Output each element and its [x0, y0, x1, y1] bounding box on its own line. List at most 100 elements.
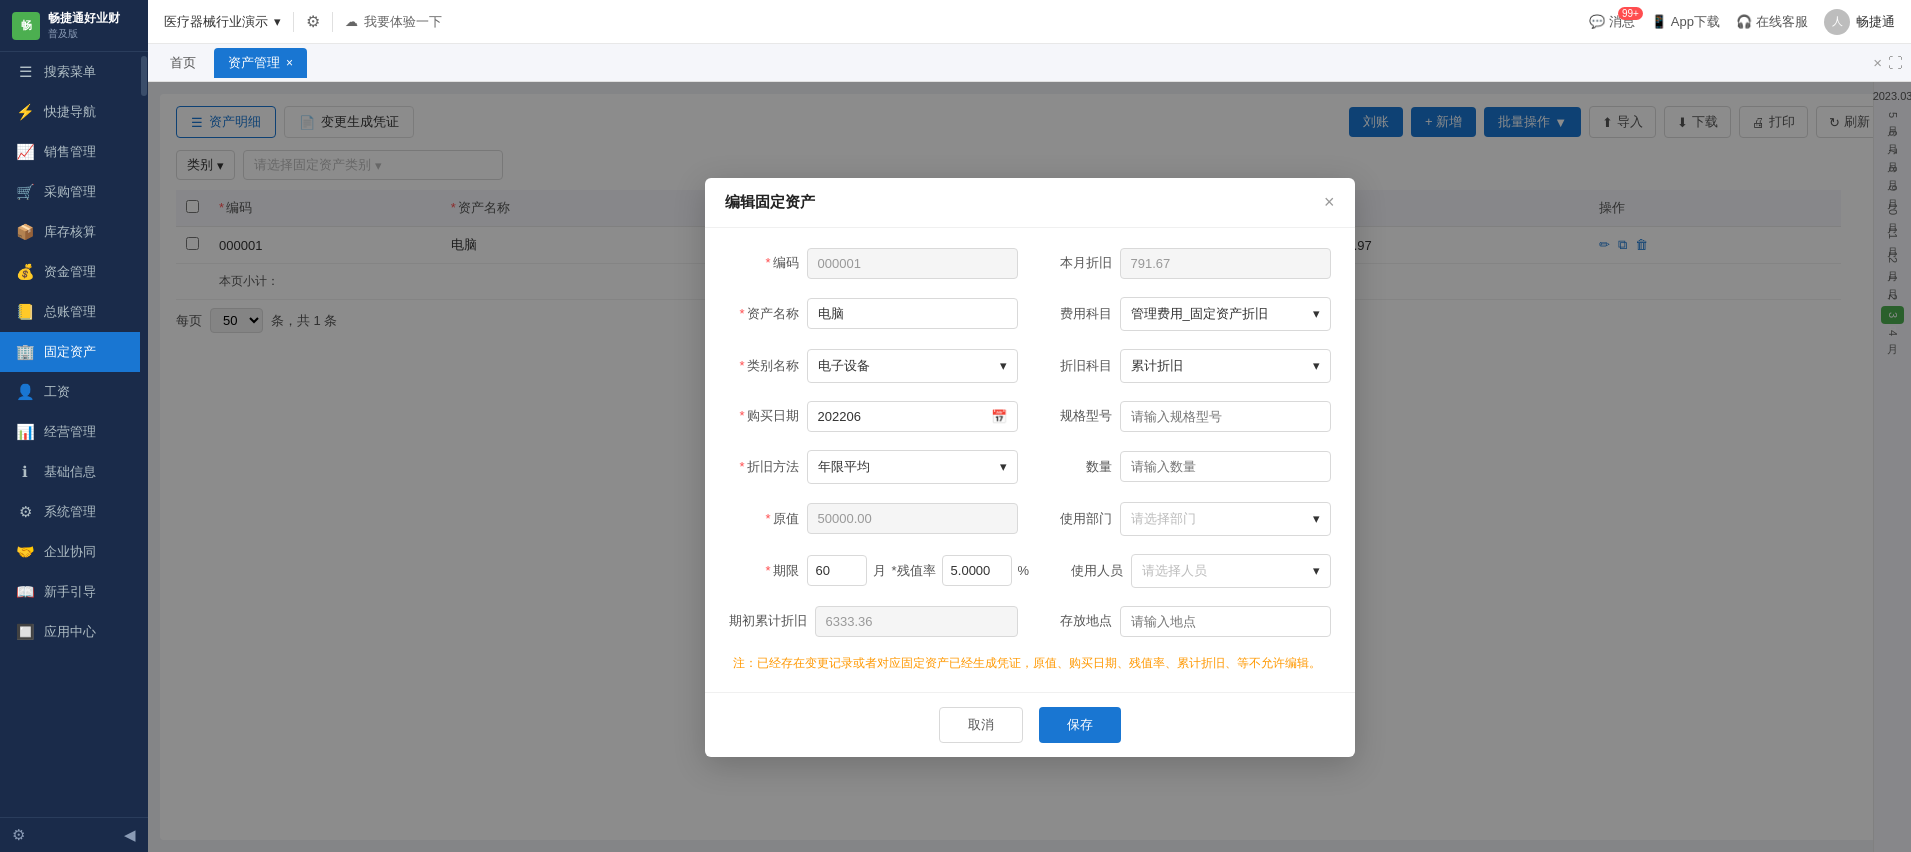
sidebar-label-collab: 企业协同 [44, 543, 96, 561]
topbar-divider [293, 12, 294, 32]
online-service-btn[interactable]: 🎧 在线客服 [1736, 13, 1808, 31]
purchase-date-input[interactable]: 202206 📅 [807, 401, 1018, 432]
tab-close-icon[interactable]: × [286, 56, 293, 70]
sidebar-label-search: 搜索菜单 [44, 63, 96, 81]
period-group: 月 *残值率 % [807, 555, 1030, 586]
sidebar-item-app-center[interactable]: 🔲 应用中心 [0, 612, 140, 652]
sidebar-item-purchase[interactable]: 🛒 采购管理 [0, 172, 140, 212]
sidebar-nav: ☰ 搜索菜单 ⚡ 快捷导航 📈 销售管理 🛒 采购管理 📦 库存核算 💰 资 [0, 52, 140, 817]
collapse-icon[interactable]: ◀ [124, 826, 136, 844]
chevron-down-icon: ▾ [274, 14, 281, 29]
dialog-row-3: *类别名称 电子设备 ▾ 折旧科目 累计折旧 ▾ [729, 349, 1331, 383]
sidebar-header: 畅 畅捷通好业财 普及版 [0, 0, 148, 52]
expand-window-icon[interactable]: ⛶ [1888, 54, 1903, 71]
sidebar-item-system[interactable]: ⚙ 系统管理 [0, 492, 140, 532]
sidebar-item-basic-info[interactable]: ℹ 基础信息 [0, 452, 140, 492]
original-value-input[interactable] [807, 503, 1018, 534]
quantity-label: 数量 [1042, 458, 1112, 476]
cancel-button[interactable]: 取消 [939, 707, 1023, 743]
purchase-icon: 🛒 [16, 183, 34, 201]
category-select[interactable]: 电子设备 ▾ [807, 349, 1018, 383]
spec-input[interactable] [1120, 401, 1331, 432]
sidebar-bottom: ⚙ ◀ [0, 817, 148, 852]
sidebar-label-basic-info: 基础信息 [44, 463, 96, 481]
storage-input[interactable] [1120, 606, 1331, 637]
sidebar-label-system: 系统管理 [44, 503, 96, 521]
original-value-label: *原值 [729, 510, 799, 528]
message-btn[interactable]: 💬 消息 99+ [1589, 13, 1635, 31]
period-unit-label: 月 [873, 562, 886, 580]
app-version: 普及版 [48, 27, 120, 41]
quantity-input[interactable] [1120, 451, 1331, 482]
calendar-icon: 📅 [991, 409, 1007, 424]
dialog-row-8: 期初累计折旧 存放地点 [729, 606, 1331, 637]
chevron-down-icon: ▾ [1000, 459, 1007, 474]
gear-icon[interactable]: ⚙ [306, 12, 320, 31]
name-input[interactable] [807, 298, 1018, 329]
dialog-title: 编辑固定资产 [725, 193, 815, 212]
sidebar-item-payroll[interactable]: 👤 工资 [0, 372, 140, 412]
dep-subject-select[interactable]: 累计折旧 ▾ [1120, 349, 1331, 383]
period-input[interactable] [807, 555, 867, 586]
use-dept-label: 使用部门 [1042, 510, 1112, 528]
modal-overlay: 编辑固定资产 × *编码 本月折旧 [148, 82, 1911, 852]
sidebar-item-quicknav[interactable]: ⚡ 快捷导航 [0, 92, 140, 132]
industry-selector[interactable]: 医疗器械行业演示 ▾ [164, 13, 281, 31]
sidebar-item-ledger[interactable]: 📒 总账管理 [0, 292, 140, 332]
message-badge: 99+ [1618, 7, 1643, 20]
topbar-right: 💬 消息 99+ 📱 App下载 🎧 在线客服 人 畅捷通 [1589, 9, 1895, 35]
init-accum-dep-input[interactable] [815, 606, 1018, 637]
month-dep-label: 本月折旧 [1042, 254, 1112, 272]
month-dep-input[interactable] [1120, 248, 1331, 279]
collab-icon: 🤝 [16, 543, 34, 561]
category-label: *类别名称 [729, 357, 799, 375]
sidebar-item-guide[interactable]: 📖 新手引导 [0, 572, 140, 612]
expense-subject-select[interactable]: 管理费用_固定资产折旧 ▾ [1120, 297, 1331, 331]
save-button[interactable]: 保存 [1039, 707, 1121, 743]
sidebar-label-ledger: 总账管理 [44, 303, 96, 321]
sidebar: 畅 畅捷通好业财 普及版 ☰ 搜索菜单 ⚡ 快捷导航 📈 销售管理 🛒 采购管理 [0, 0, 148, 852]
tab-asset-mgmt[interactable]: 资产管理 × [214, 48, 307, 78]
sidebar-label-app-center: 应用中心 [44, 623, 96, 641]
user-profile[interactable]: 人 畅捷通 [1824, 9, 1895, 35]
close-window-icon[interactable]: × [1873, 54, 1882, 71]
dep-method-select[interactable]: 年限平均 ▾ [807, 450, 1018, 484]
content-area: ☰ 资产明细 📄 变更生成凭证 刘账 + 新增 批量操作 ▼ [148, 82, 1911, 852]
tab-home[interactable]: 首页 [156, 48, 210, 78]
sidebar-label-inventory: 库存核算 [44, 223, 96, 241]
settings-icon[interactable]: ⚙ [12, 826, 25, 844]
period-label: *期限 [729, 562, 799, 580]
code-input[interactable] [807, 248, 1018, 279]
sidebar-scrollbar[interactable] [140, 52, 148, 817]
experience-btn[interactable]: ☁ 我要体验一下 [345, 13, 442, 31]
app-name: 畅捷通好业财 [48, 10, 120, 27]
sidebar-item-search[interactable]: ☰ 搜索菜单 [0, 52, 140, 92]
dialog-note: 注：已经存在变更记录或者对应固定资产已经生成凭证，原值、购买日期、残值率、累计折… [729, 655, 1331, 672]
dialog-close-icon[interactable]: × [1324, 192, 1335, 213]
field-use-dept: 使用部门 请选择部门 ▾ [1042, 502, 1331, 536]
message-icon: 💬 [1589, 14, 1605, 29]
residual-rate-input[interactable] [942, 555, 1012, 586]
field-purchase-date: *购买日期 202206 📅 [729, 401, 1018, 432]
topbar: 医疗器械行业演示 ▾ ⚙ ☁ 我要体验一下 💬 消息 99+ 📱 App下载 🎧… [148, 0, 1911, 44]
chevron-down-icon: ▾ [1000, 358, 1007, 373]
sidebar-item-operations[interactable]: 📊 经营管理 [0, 412, 140, 452]
sidebar-item-inventory[interactable]: 📦 库存核算 [0, 212, 140, 252]
use-dept-select[interactable]: 请选择部门 ▾ [1120, 502, 1331, 536]
app-title-block: 畅捷通好业财 普及版 [48, 10, 120, 41]
sidebar-item-sales[interactable]: 📈 销售管理 [0, 132, 140, 172]
sidebar-item-collab[interactable]: 🤝 企业协同 [0, 532, 140, 572]
guide-icon: 📖 [16, 583, 34, 601]
sales-icon: 📈 [16, 143, 34, 161]
sidebar-item-finance[interactable]: 💰 资金管理 [0, 252, 140, 292]
name-label: *资产名称 [729, 305, 799, 323]
app-download-btn[interactable]: 📱 App下载 [1651, 13, 1720, 31]
app-download-label: App下载 [1671, 13, 1720, 31]
spec-label: 规格型号 [1042, 407, 1112, 425]
chevron-down-icon: ▾ [1313, 306, 1320, 321]
inventory-icon: 📦 [16, 223, 34, 241]
quicknav-icon: ⚡ [16, 103, 34, 121]
sidebar-item-fixed-asset[interactable]: 🏢 固定资产 [0, 332, 140, 372]
use-person-select[interactable]: 请选择人员 ▾ [1131, 554, 1330, 588]
chevron-down-icon: ▾ [1313, 563, 1320, 578]
